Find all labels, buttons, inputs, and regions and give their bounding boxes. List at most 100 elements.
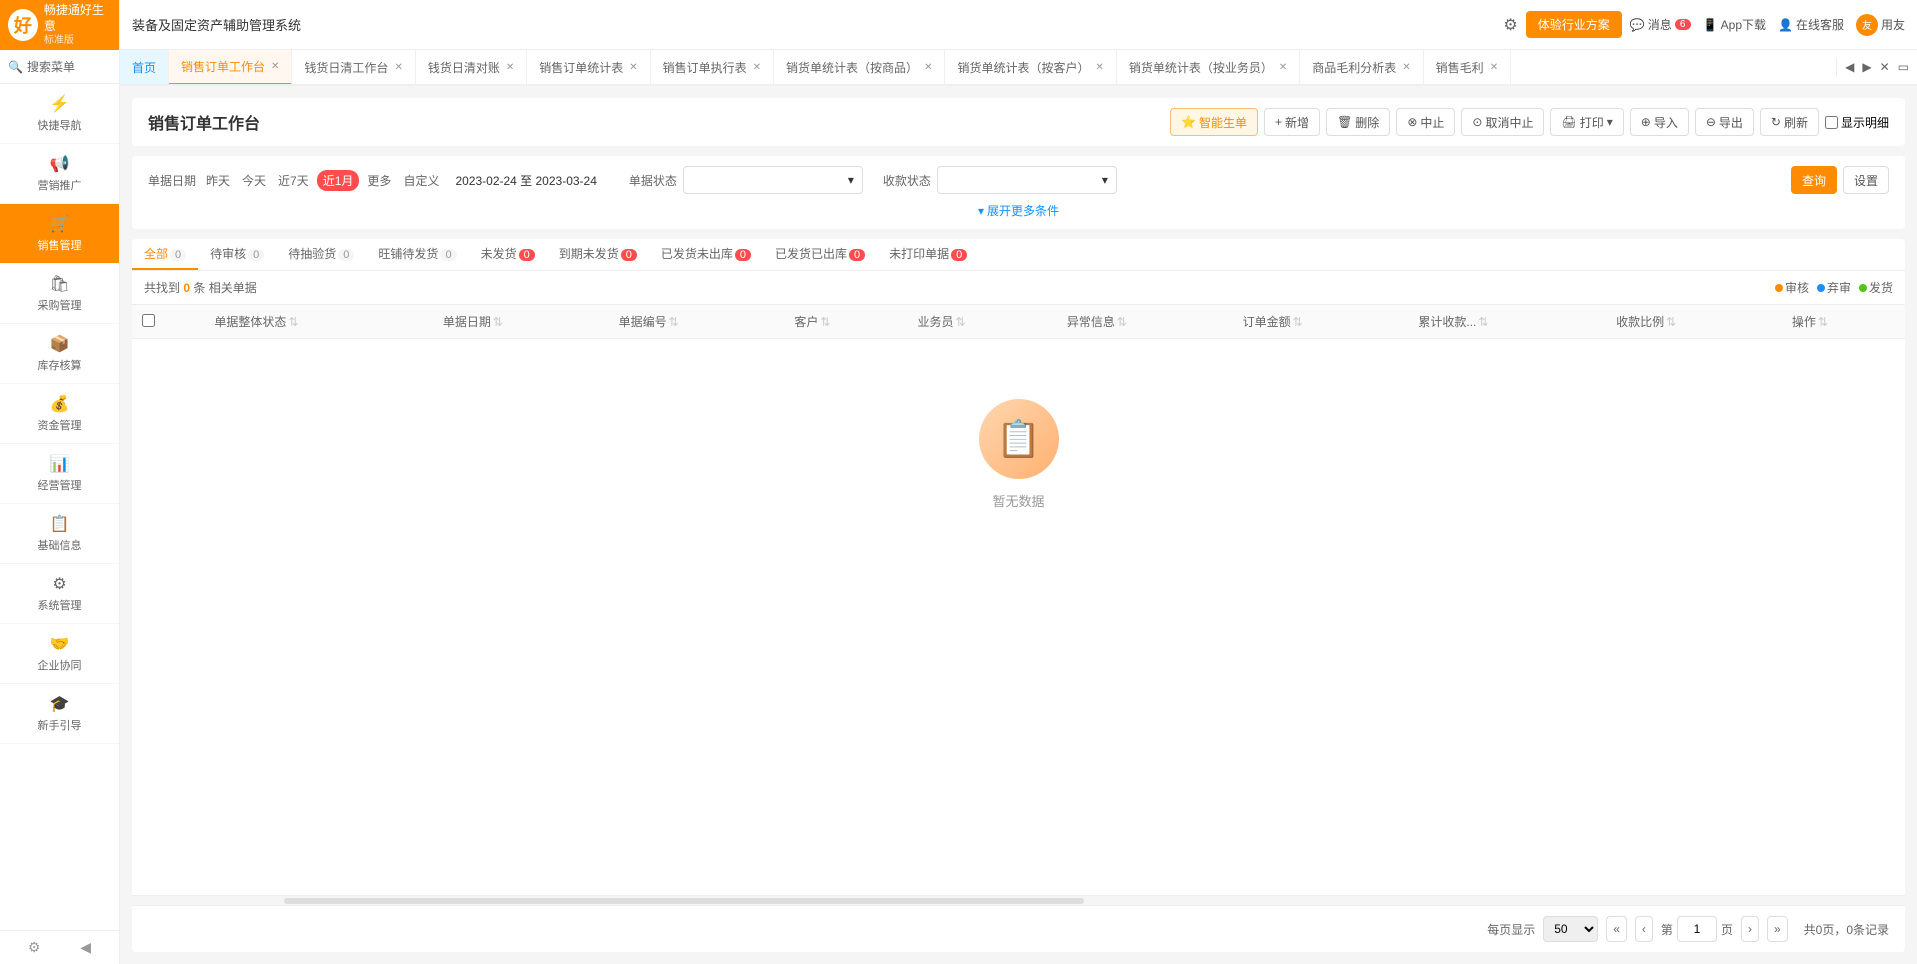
- tab-sales-summary-product[interactable]: 销货单统计表（按商品）✕: [774, 50, 945, 85]
- prev-page-button[interactable]: ‹: [1635, 916, 1653, 942]
- tab-close-sales-summary-customer[interactable]: ✕: [1095, 62, 1103, 73]
- tab-cash-daily[interactable]: 钱货日清工作台✕: [292, 50, 415, 85]
- user-action[interactable]: 友 用友: [1856, 14, 1905, 36]
- add-button[interactable]: + 新增: [1264, 108, 1320, 136]
- next-page-button[interactable]: ›: [1741, 916, 1759, 942]
- sidebar-item-marketing[interactable]: 📢营销推广: [0, 144, 119, 204]
- date-btn-yesterday[interactable]: 昨天: [202, 170, 234, 191]
- sort-icon-staff[interactable]: ⇅: [955, 315, 965, 329]
- tab-expand-button[interactable]: ▭: [1894, 58, 1913, 76]
- sub-tab-pending-check[interactable]: 待抽验货0: [276, 239, 366, 270]
- last-page-button[interactable]: »: [1767, 916, 1788, 942]
- date-btn-7days[interactable]: 近7天: [274, 170, 313, 191]
- tab-sales-stats[interactable]: 销售订单统计表✕: [527, 50, 650, 85]
- tab-sales-summary-staff[interactable]: 销货单统计表（按业务员）✕: [1117, 50, 1300, 85]
- tab-cash-reconcile[interactable]: 钱货日清对账✕: [416, 50, 527, 85]
- settings-icon[interactable]: ⚙: [28, 939, 41, 956]
- sidebar-item-purchase[interactable]: 🛍采购管理: [0, 264, 119, 324]
- tab-close-sales-profit[interactable]: ✕: [1490, 62, 1498, 73]
- smart-create-button[interactable]: ⭐ 智能生单: [1170, 108, 1258, 136]
- page-size-select[interactable]: 10203050100: [1543, 916, 1598, 942]
- search-menu[interactable]: 🔍 搜索菜单: [0, 50, 119, 84]
- tab-close-sales-summary-product[interactable]: ✕: [924, 62, 932, 73]
- print-button[interactable]: 🖨 打印 ▾: [1550, 108, 1623, 136]
- tab-next-button[interactable]: ▶: [1858, 58, 1875, 76]
- settings-button[interactable]: ⚙: [1503, 15, 1517, 35]
- sidebar-item-operation[interactable]: 📊经营管理: [0, 444, 119, 504]
- delete-button[interactable]: 🗑 删除: [1326, 108, 1390, 136]
- page-number-input[interactable]: [1677, 916, 1717, 942]
- date-btn-today[interactable]: 今天: [238, 170, 270, 191]
- import-button[interactable]: ⊕ 导入: [1630, 108, 1689, 136]
- cancel-stop-button[interactable]: ⊙ 取消中止: [1461, 108, 1544, 136]
- expand-conditions-button[interactable]: ▾ 展开更多条件: [978, 202, 1059, 219]
- col-header-checkbox[interactable]: [132, 305, 204, 339]
- tab-sales-summary-customer[interactable]: 销货单统计表（按客户）✕: [945, 50, 1116, 85]
- show-detail-label[interactable]: 显示明细: [1825, 114, 1889, 131]
- tab-close-cash-reconcile[interactable]: ✕: [506, 62, 514, 73]
- tab-sales-workbench[interactable]: 销售订单工作台✕: [169, 50, 292, 85]
- sort-icon-collected[interactable]: ⇅: [1478, 315, 1488, 329]
- sidebar-item-system[interactable]: ⚙系统管理: [0, 564, 119, 624]
- cancel-review-action-button[interactable]: 弃审: [1817, 279, 1851, 296]
- sidebar-item-inventory[interactable]: 📦库存核算: [0, 324, 119, 384]
- sub-tab-count-not-printed: 0: [951, 249, 967, 261]
- date-btn-more[interactable]: 更多: [363, 170, 395, 191]
- experience-button[interactable]: 体验行业方案: [1526, 11, 1622, 38]
- tab-close-cash-daily[interactable]: ✕: [394, 62, 402, 73]
- date-btn-custom[interactable]: 自定义: [399, 170, 443, 191]
- review-action-button[interactable]: 审核: [1775, 279, 1809, 296]
- sort-icon-number[interactable]: ⇅: [669, 315, 679, 329]
- sidebar-item-enterprise[interactable]: 🤝企业协同: [0, 624, 119, 684]
- status-select[interactable]: ▾: [683, 166, 863, 194]
- payment-select[interactable]: ▾: [937, 166, 1117, 194]
- sub-tab-shipped-not-in[interactable]: 已发货未出库0: [649, 239, 763, 270]
- stop-button[interactable]: ⊗ 中止: [1396, 108, 1455, 136]
- sidebar-item-basic[interactable]: 📋基础信息: [0, 504, 119, 564]
- sort-icon-amount[interactable]: ⇅: [1293, 315, 1303, 329]
- collapse-icon[interactable]: ◀: [80, 939, 91, 956]
- sort-icon-action[interactable]: ⇅: [1818, 315, 1828, 329]
- sub-tab-not-shipped[interactable]: 未发货0: [469, 239, 547, 270]
- tab-prev-button[interactable]: ◀: [1841, 58, 1858, 76]
- filter-settings-button[interactable]: 设置: [1843, 166, 1889, 194]
- tab-close-product-margin[interactable]: ✕: [1402, 62, 1410, 73]
- tab-product-margin[interactable]: 商品毛利分析表✕: [1300, 50, 1423, 85]
- header-actions: 💬 消息 6 📱 App下载 👤 在线客服 友 用友: [1630, 14, 1905, 36]
- sidebar-item-quick-nav[interactable]: ⚡快捷导航: [0, 84, 119, 144]
- sub-tab-pending-review[interactable]: 待审核0: [198, 239, 276, 270]
- sidebar-item-finance[interactable]: 💰资金管理: [0, 384, 119, 444]
- show-detail-checkbox[interactable]: [1825, 116, 1838, 129]
- first-page-button[interactable]: «: [1606, 916, 1627, 942]
- tab-home[interactable]: 首页: [120, 50, 169, 85]
- horizontal-scrollbar[interactable]: [284, 898, 1084, 904]
- sort-icon-ratio[interactable]: ⇅: [1666, 315, 1676, 329]
- refresh-button[interactable]: ↻ 刷新: [1760, 108, 1819, 136]
- select-all-checkbox[interactable]: [142, 314, 155, 327]
- sort-icon-customer[interactable]: ⇅: [820, 315, 830, 329]
- sub-tab-wangpu-pending[interactable]: 旺铺待发货0: [366, 239, 468, 270]
- ship-action-button[interactable]: 发货: [1859, 279, 1893, 296]
- message-action[interactable]: 💬 消息 6: [1630, 16, 1691, 33]
- sort-icon-status[interactable]: ⇅: [288, 315, 298, 329]
- online-service-action[interactable]: 👤 在线客服: [1778, 16, 1844, 33]
- app-download-action[interactable]: 📱 App下载: [1703, 16, 1766, 33]
- sort-icon-date[interactable]: ⇅: [493, 315, 503, 329]
- tab-sales-exec[interactable]: 销售订单执行表✕: [651, 50, 774, 85]
- tab-close-sales-stats[interactable]: ✕: [629, 62, 637, 73]
- date-btn-1month[interactable]: 近1月: [317, 170, 360, 191]
- tab-close-sales-exec[interactable]: ✕: [753, 62, 761, 73]
- query-button[interactable]: 查询: [1791, 166, 1837, 194]
- tab-sales-profit[interactable]: 销售毛利✕: [1424, 50, 1511, 85]
- sidebar-item-guide[interactable]: 🎓新手引导: [0, 684, 119, 744]
- sub-tab-not-printed[interactable]: 未打印单据0: [877, 239, 979, 270]
- sub-tab-shipped-out[interactable]: 已发货已出库0: [763, 239, 877, 270]
- sort-icon-abnormal[interactable]: ⇅: [1117, 315, 1127, 329]
- sidebar-item-sales[interactable]: 🛒销售管理: [0, 204, 119, 264]
- sub-tab-overdue-not-shipped[interactable]: 到期未发货0: [547, 239, 649, 270]
- sub-tab-all[interactable]: 全部0: [132, 239, 198, 270]
- tab-close-all-button[interactable]: ✕: [1876, 58, 1894, 76]
- tab-close-sales-workbench[interactable]: ✕: [271, 61, 279, 72]
- export-button[interactable]: ⊖ 导出: [1695, 108, 1754, 136]
- tab-close-sales-summary-staff[interactable]: ✕: [1279, 62, 1287, 73]
